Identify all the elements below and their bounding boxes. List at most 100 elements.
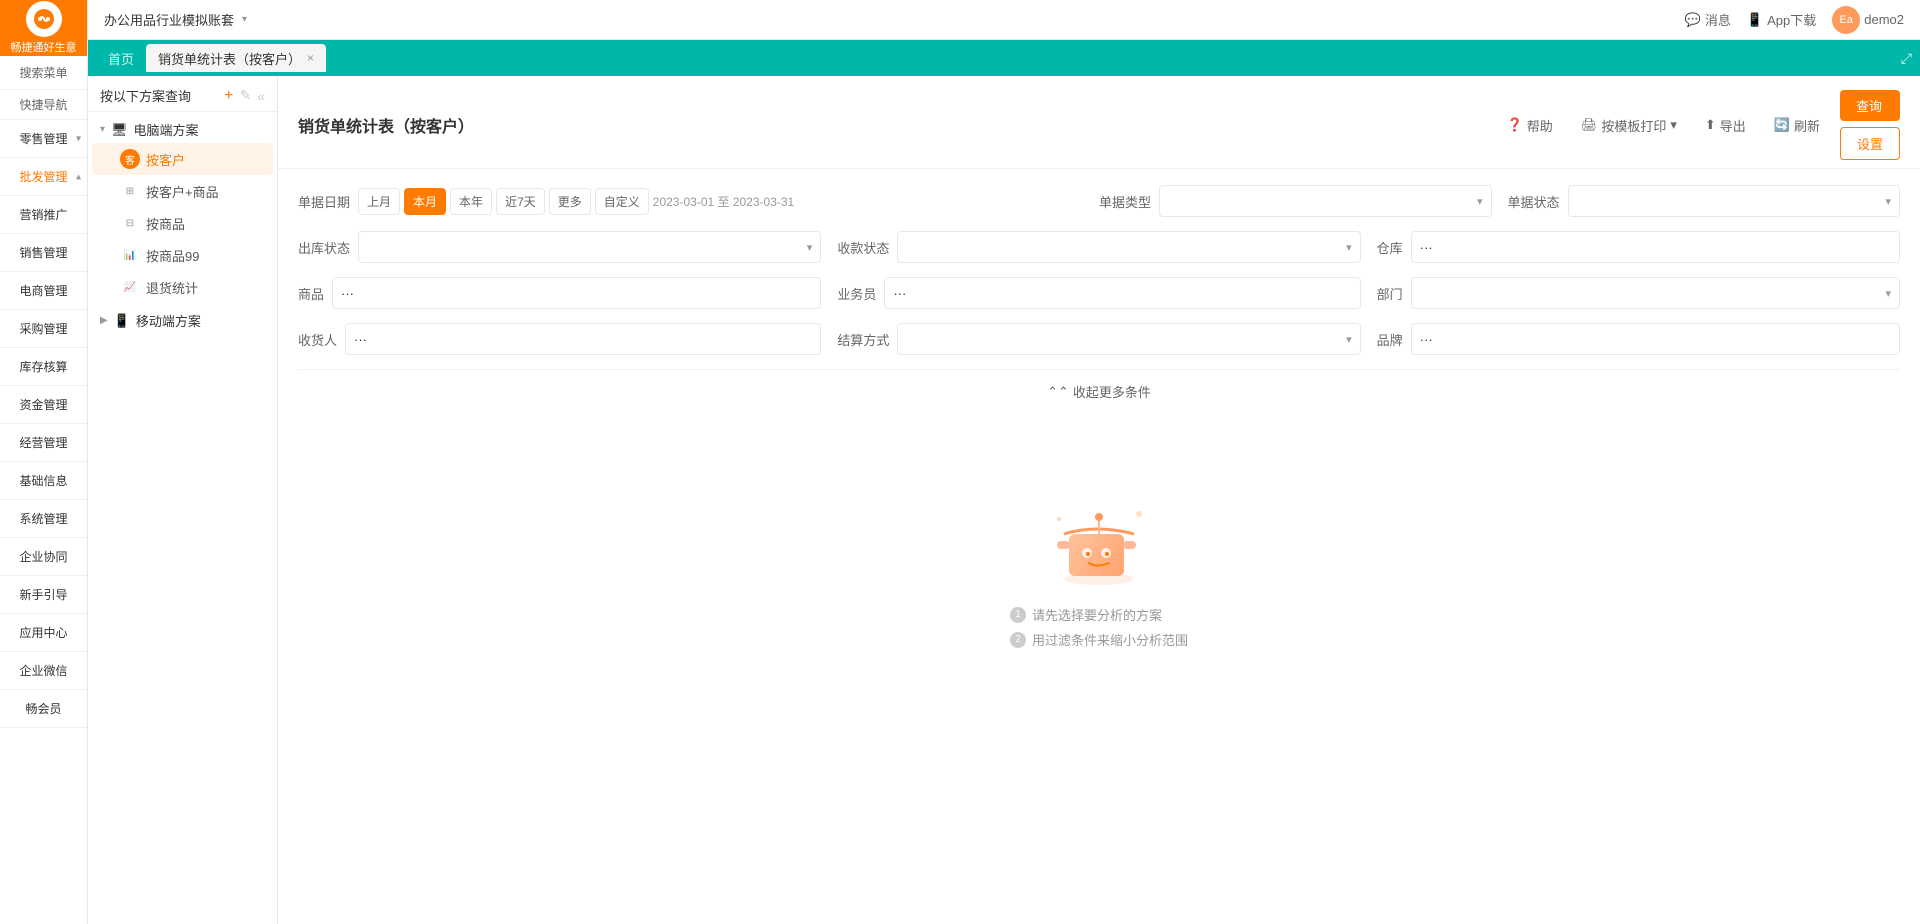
warehouse-input[interactable]: ··· bbox=[1411, 231, 1900, 263]
print-btn[interactable]: 🖨 按模板打印 ▾ bbox=[1573, 112, 1685, 139]
department-select[interactable]: ▾ bbox=[1411, 277, 1900, 309]
mobile-group-title[interactable]: ▶ 📱 移动端方案 bbox=[88, 303, 277, 334]
message-icon: 💬 bbox=[1685, 12, 1701, 28]
doctype-select[interactable]: ▾ bbox=[1159, 185, 1491, 217]
help-label: 帮助 bbox=[1527, 116, 1553, 135]
scheme-return-stats[interactable]: 📈 退货统计 bbox=[92, 271, 273, 303]
app-name: 畅捷通好生意 bbox=[11, 39, 77, 55]
right-main-panel: 销货单统计表（按客户） ❓ 帮助 🖨 按模板打印 ▾ ⬆ 导出 bbox=[278, 76, 1920, 924]
user-profile[interactable]: Ea demo2 bbox=[1832, 6, 1904, 34]
sidebar-item-enterprise[interactable]: 企业协同 bbox=[0, 538, 87, 576]
query-btn[interactable]: 查询 bbox=[1840, 90, 1900, 121]
salesperson-input[interactable]: ··· bbox=[884, 277, 1360, 309]
mobile-group-label: 移动端方案 bbox=[136, 311, 201, 330]
sidebar-item-marketing[interactable]: 营销推广 bbox=[0, 196, 87, 234]
mobile-folder-icon: 📱 bbox=[114, 313, 130, 329]
finance-label: 资金管理 bbox=[19, 396, 67, 413]
collapse-scheme-btn[interactable]: « bbox=[257, 88, 265, 104]
salesperson-label: 业务员 bbox=[837, 284, 876, 303]
help-icon: ❓ bbox=[1507, 117, 1523, 133]
product-label: 商品 bbox=[298, 284, 324, 303]
help-btn[interactable]: ❓ 帮助 bbox=[1499, 112, 1561, 139]
tab-sales-stats[interactable]: 销货单统计表（按客户） × bbox=[146, 44, 326, 72]
search-label: 搜索菜单 bbox=[19, 66, 67, 80]
settings-btn[interactable]: 设置 bbox=[1840, 127, 1900, 160]
tab-home[interactable]: 首页 bbox=[96, 44, 146, 72]
logo-icon bbox=[26, 1, 62, 37]
product-input[interactable]: ··· bbox=[332, 277, 821, 309]
header-right: 💬 消息 📱 App下载 Ea demo2 bbox=[1685, 6, 1904, 34]
sidebar-item-system[interactable]: 系统管理 bbox=[0, 500, 87, 538]
message-btn[interactable]: 💬 消息 bbox=[1685, 10, 1731, 29]
sidebar-item-retail[interactable]: 零售管理 ▾ bbox=[0, 120, 87, 158]
filter-doctype: 单据类型 ▾ bbox=[1099, 185, 1492, 217]
wholesale-label: 批发管理 bbox=[19, 168, 67, 185]
enterprise-label: 企业协同 bbox=[19, 548, 67, 565]
scheme-by-product[interactable]: ⊟ 按商品 bbox=[92, 207, 273, 239]
tab-home-label: 首页 bbox=[108, 49, 134, 68]
outstatus-select[interactable]: ▾ bbox=[358, 231, 821, 263]
date-btn-more[interactable]: 更多 bbox=[549, 188, 591, 215]
collapse-row: ⌃⌃ 收起更多条件 bbox=[298, 369, 1900, 413]
date-btn-group: 上月 本月 本年 近7天 更多 自定义 2023-03-01 至 2023-03… bbox=[358, 188, 1083, 215]
sidebar-item-basic[interactable]: 基础信息 bbox=[0, 462, 87, 500]
collapse-filters-btn[interactable]: ⌃⌃ 收起更多条件 bbox=[1035, 378, 1163, 405]
sidebar-item-member[interactable]: 畅会员 bbox=[0, 690, 87, 728]
sidebar-search[interactable]: 搜索菜单 bbox=[0, 56, 87, 90]
edit-scheme-btn[interactable]: ✎ bbox=[239, 87, 251, 104]
refresh-btn[interactable]: 🔄 刷新 bbox=[1766, 112, 1828, 139]
scheme-by-customer[interactable]: 客 按客户 bbox=[92, 143, 273, 175]
filter-warehouse: 仓库 ··· bbox=[1377, 231, 1900, 263]
scheme-by-product99[interactable]: 📊 按商品99 bbox=[92, 239, 273, 271]
scheme-product-label: 按商品 bbox=[146, 214, 185, 233]
sales-label: 销售管理 bbox=[19, 244, 67, 261]
export-btn[interactable]: ⬆ 导出 bbox=[1697, 112, 1754, 139]
sidebar-item-appcenter[interactable]: 应用中心 bbox=[0, 614, 87, 652]
tab-close-icon[interactable]: × bbox=[307, 51, 314, 65]
consignee-input[interactable]: ··· bbox=[345, 323, 821, 355]
date-btn-this-month[interactable]: 本月 bbox=[404, 188, 446, 215]
add-scheme-btn[interactable]: + bbox=[224, 87, 233, 105]
filter-outstatus: 出库状态 ▾ bbox=[298, 231, 821, 263]
tab-bar: 首页 销货单统计表（按客户） × ⤢ bbox=[88, 40, 1920, 76]
date-btn-last7[interactable]: 近7天 bbox=[496, 188, 545, 215]
filter-brand: 品牌 ··· bbox=[1377, 323, 1900, 355]
sidebar-item-newbie[interactable]: 新手引导 bbox=[0, 576, 87, 614]
app-download-btn[interactable]: 📱 App下载 bbox=[1747, 10, 1816, 29]
hint-1: 1 请先选择要分析的方案 bbox=[1010, 605, 1188, 624]
account-dropdown[interactable]: ▾ bbox=[242, 14, 247, 25]
desktop-group-title[interactable]: ▾ 🖥 电脑端方案 bbox=[88, 112, 277, 143]
settings-label: 设置 bbox=[1857, 134, 1883, 153]
sidebar-item-corpwechat[interactable]: 企业微信 bbox=[0, 652, 87, 690]
date-range-display: 2023-03-01 至 2023-03-31 bbox=[653, 193, 794, 210]
tab-expand-btn[interactable]: ⤢ bbox=[1901, 50, 1912, 67]
sidebar-item-finance[interactable]: 资金管理 bbox=[0, 386, 87, 424]
avatar: Ea bbox=[1832, 6, 1860, 34]
date-btn-last-month[interactable]: 上月 bbox=[358, 188, 400, 215]
brand-input[interactable]: ··· bbox=[1411, 323, 1900, 355]
newbie-label: 新手引导 bbox=[19, 586, 67, 603]
ecommerce-label: 电商管理 bbox=[19, 282, 67, 299]
sidebar-item-sales[interactable]: 销售管理 bbox=[0, 234, 87, 272]
print-icon: 🖨 bbox=[1581, 117, 1598, 133]
expand-icon: ⤢ bbox=[1901, 50, 1912, 67]
filter-area: 单据日期 上月 本月 本年 近7天 更多 自定义 2023-03-01 至 20… bbox=[278, 169, 1920, 429]
operation-label: 经营管理 bbox=[19, 434, 67, 451]
message-label: 消息 bbox=[1705, 10, 1731, 29]
sidebar-item-inventory[interactable]: 库存核算 bbox=[0, 348, 87, 386]
date-btn-this-year[interactable]: 本年 bbox=[450, 188, 492, 215]
sidebar-quicknav[interactable]: 快捷导航 bbox=[0, 90, 87, 120]
sidebar-item-wholesale[interactable]: 批发管理 ▴ bbox=[0, 158, 87, 196]
sidebar-item-purchase[interactable]: 采购管理 bbox=[0, 310, 87, 348]
settlement-select[interactable]: ▾ bbox=[897, 323, 1360, 355]
date-btn-custom[interactable]: 自定义 bbox=[595, 188, 649, 215]
sidebar-item-ecommerce[interactable]: 电商管理 bbox=[0, 272, 87, 310]
receiptstatus-select[interactable]: ▾ bbox=[897, 231, 1360, 263]
sidebar-item-operation[interactable]: 经营管理 bbox=[0, 424, 87, 462]
docstatus-select[interactable]: ▾ bbox=[1568, 185, 1900, 217]
scheme-table-icon: ⊟ bbox=[120, 213, 140, 233]
filter-date: 单据日期 上月 本月 本年 近7天 更多 自定义 2023-03-01 至 20… bbox=[298, 188, 1083, 215]
tab-active-label: 销货单统计表（按客户） bbox=[158, 49, 301, 68]
scheme-by-customer-product[interactable]: ⊞ 按客户+商品 bbox=[92, 175, 273, 207]
sidebar-logo[interactable]: 畅捷通好生意 bbox=[0, 0, 87, 56]
